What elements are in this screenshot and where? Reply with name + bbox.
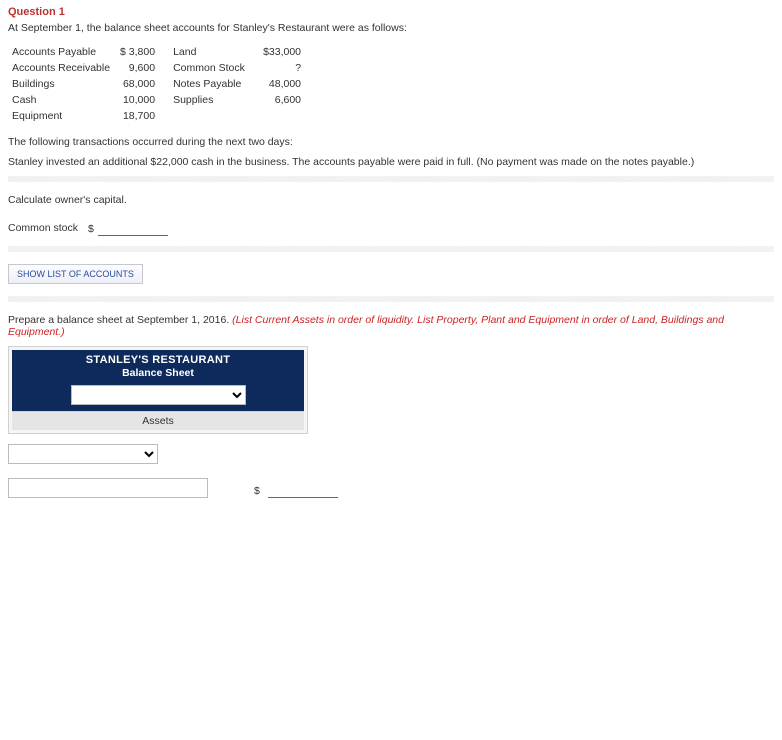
question-title: Question 1 — [8, 6, 774, 18]
acct-value: 9,600 — [114, 60, 159, 76]
acct-label: Supplies — [169, 92, 259, 108]
acct-value: 48,000 — [259, 76, 305, 92]
assets-heading: Assets — [12, 411, 304, 430]
asset-line-row: $ — [8, 478, 774, 498]
acct-label: Notes Payable — [169, 76, 259, 92]
company-name: STANLEY'S RESTAURANT — [12, 354, 304, 366]
common-stock-row: Common stock $ — [8, 218, 774, 236]
dollar-sign: $ — [254, 485, 260, 498]
acct-label: Buildings — [8, 76, 114, 92]
acct-value — [259, 108, 305, 124]
acct-value: 6,600 — [259, 92, 305, 108]
table-row: Cash 10,000 Supplies 6,600 — [8, 92, 305, 108]
acct-label: Equipment — [8, 108, 114, 124]
date-select-row — [12, 381, 304, 411]
acct-label: Common Stock — [169, 60, 259, 76]
divider — [8, 176, 774, 182]
acct-value: 10,000 — [114, 92, 159, 108]
acct-label — [169, 108, 259, 124]
prepare-prefix: Prepare a balance sheet at September 1, … — [8, 314, 232, 326]
show-accounts-button[interactable]: SHOW LIST OF ACCOUNTS — [8, 264, 143, 284]
balance-sheet-widget: STANLEY'S RESTAURANT Balance Sheet Asset… — [8, 346, 308, 434]
asset-category-select[interactable] — [8, 444, 158, 464]
transactions-body: Stanley invested an additional $22,000 c… — [8, 156, 774, 168]
table-row: Buildings 68,000 Notes Payable 48,000 — [8, 76, 305, 92]
transactions-heading: The following transactions occurred duri… — [8, 136, 774, 148]
divider — [8, 296, 774, 302]
table-row: Accounts Receivable 9,600 Common Stock ? — [8, 60, 305, 76]
acct-label: Accounts Payable — [8, 44, 114, 60]
acct-value: $ 3,800 — [114, 44, 159, 60]
common-stock-label: Common stock — [8, 222, 78, 236]
acct-value: ? — [259, 60, 305, 76]
intro-text: At September 1, the balance sheet accoun… — [8, 22, 774, 34]
acct-label: Cash — [8, 92, 114, 108]
accounts-table: Accounts Payable $ 3,800 Land $33,000 Ac… — [8, 44, 305, 124]
acct-value: $33,000 — [259, 44, 305, 60]
asset-name-input[interactable] — [8, 478, 208, 498]
date-select[interactable] — [71, 385, 246, 405]
acct-label: Land — [169, 44, 259, 60]
acct-label: Accounts Receivable — [8, 60, 114, 76]
asset-category-row — [8, 444, 774, 464]
table-row: Accounts Payable $ 3,800 Land $33,000 — [8, 44, 305, 60]
common-stock-input[interactable] — [98, 218, 168, 236]
sheet-title: Balance Sheet — [12, 367, 304, 379]
balance-sheet-header: STANLEY'S RESTAURANT Balance Sheet — [12, 350, 304, 381]
acct-value: 68,000 — [114, 76, 159, 92]
table-row: Equipment 18,700 — [8, 108, 305, 124]
calc-label: Calculate owner's capital. — [8, 194, 774, 206]
divider — [8, 246, 774, 252]
prepare-instruction: Prepare a balance sheet at September 1, … — [8, 314, 774, 338]
acct-value: 18,700 — [114, 108, 159, 124]
dollar-sign: $ — [88, 223, 94, 236]
asset-amount-input[interactable] — [268, 480, 338, 498]
